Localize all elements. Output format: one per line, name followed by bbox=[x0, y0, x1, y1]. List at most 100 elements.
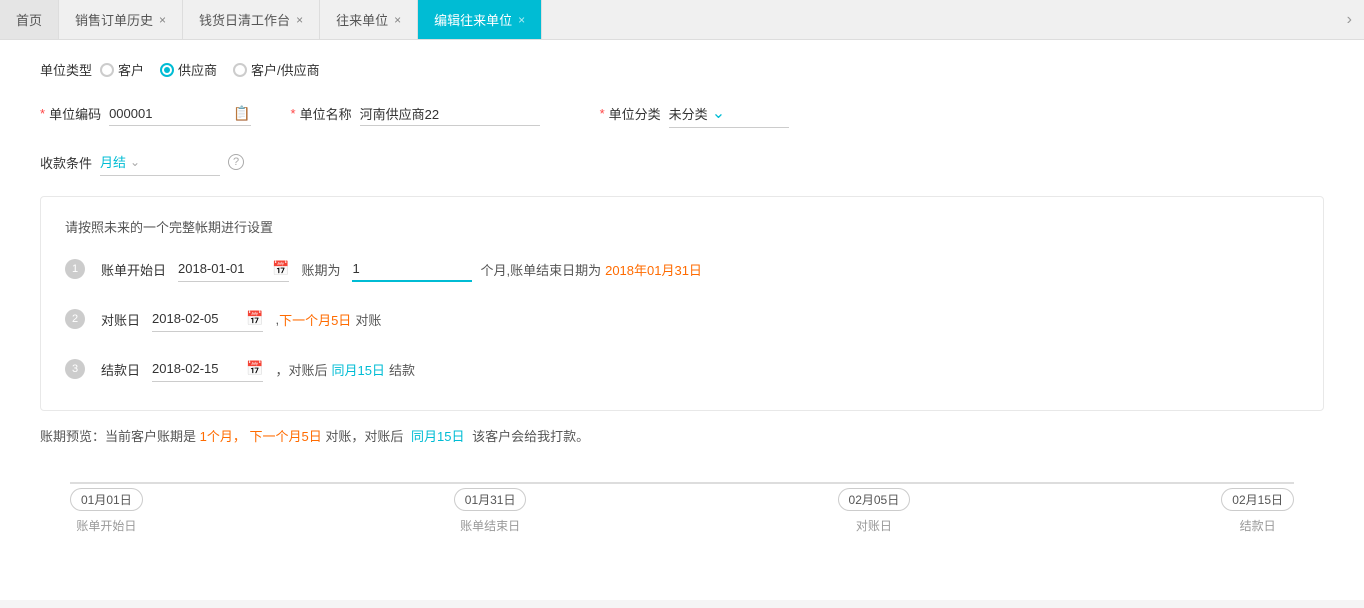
row-account-start: 1 账单开始日 📅 账期为 个月,账单结束日期为 2018年01月31日 bbox=[65, 256, 1299, 282]
unit-category-value: 未分类 bbox=[669, 104, 708, 123]
preview-text: 账期预览：当前客户账期是 1个月， 下一个月5日 对账，对账后 同月15日 该客… bbox=[40, 427, 1324, 448]
radio-both[interactable]: 客户/供应商 bbox=[233, 60, 320, 79]
payment-terms-row: 收款条件 月结 ⌄ ? bbox=[40, 148, 1324, 176]
reconcile-date-input-wrapper: 📅 bbox=[152, 306, 263, 332]
field-label-payment: 结款日 bbox=[101, 360, 140, 379]
reconcile-next-month-highlight: 下一个月5日 bbox=[279, 310, 351, 329]
radio-both-label: 客户/供应商 bbox=[251, 60, 320, 79]
preview-payment: 同月15日 bbox=[411, 429, 464, 444]
end-date-highlight: 2018年01月31日 bbox=[605, 260, 702, 279]
unit-code-required: * bbox=[40, 106, 45, 121]
timeline-node-1: 01月31日 账单结束日 bbox=[454, 488, 527, 534]
payment-terms-dropdown[interactable]: 月结 ⌄ bbox=[100, 148, 220, 176]
radio-customer[interactable]: 客户 bbox=[100, 60, 144, 79]
tab-home[interactable]: 首页 bbox=[0, 0, 59, 39]
radio-supplier-label: 供应商 bbox=[178, 60, 217, 79]
timeline-nodes: 01月01日 账单开始日 01月31日 账单结束日 02月05日 对账日 02月… bbox=[70, 488, 1294, 534]
timeline-line bbox=[70, 482, 1294, 484]
row-number-3: 3 bbox=[65, 359, 85, 379]
field-label-start: 账单开始日 bbox=[101, 260, 166, 279]
tab-sales-history[interactable]: 销售订单历史 × bbox=[59, 0, 183, 39]
tab-bar: 首页 销售订单历史 × 钱货日清工作台 × 往来单位 × 编辑往来单位 × › bbox=[0, 0, 1364, 40]
radio-supplier[interactable]: 供应商 bbox=[160, 60, 217, 79]
reconcile-suffix: 对账 bbox=[355, 310, 381, 329]
calendar-icon-code[interactable]: 📋 bbox=[233, 105, 250, 122]
period-prefix: 账期为 bbox=[301, 260, 340, 279]
tab-more-button[interactable]: › bbox=[1335, 11, 1364, 29]
node-badge-2: 02月05日 bbox=[838, 488, 911, 511]
unit-name-required: * bbox=[291, 106, 296, 121]
unit-info-row: * 单位编码 📋 * 单位名称 * 单位分类 未分类 ⌄ bbox=[40, 99, 1324, 128]
timeline: 01月01日 账单开始日 01月31日 账单结束日 02月05日 对账日 02月… bbox=[40, 468, 1324, 534]
calendar-icon-payment[interactable]: 📅 bbox=[246, 360, 263, 377]
start-date-input[interactable] bbox=[178, 261, 268, 276]
row-number-1: 1 bbox=[65, 259, 85, 279]
tab-cash-work-close[interactable]: × bbox=[296, 13, 303, 27]
tab-sales-history-label: 销售订单历史 bbox=[75, 10, 153, 29]
payment-date-input-wrapper: 📅 bbox=[152, 356, 263, 382]
calendar-icon-reconcile[interactable]: 📅 bbox=[246, 310, 263, 327]
help-icon[interactable]: ? bbox=[228, 154, 244, 170]
payment-suffix: 结款 bbox=[389, 360, 415, 379]
preview-prefix: 账期预览：当前客户账期是 bbox=[40, 429, 196, 444]
node-label-3: 结款日 bbox=[1240, 517, 1276, 534]
unit-code-input[interactable] bbox=[109, 102, 229, 125]
tab-partner[interactable]: 往来单位 × bbox=[320, 0, 418, 39]
payment-same-month-highlight: 同月15日 bbox=[331, 360, 384, 379]
unit-code-input-wrapper: 📋 bbox=[109, 102, 250, 126]
tab-home-label: 首页 bbox=[16, 10, 42, 29]
preview-suffix: 该客户会给我打款。 bbox=[472, 429, 589, 444]
unit-category-arrow-icon: ⌄ bbox=[712, 103, 725, 123]
tab-edit-partner-close[interactable]: × bbox=[518, 13, 525, 27]
preview-period: 1个月， bbox=[200, 429, 246, 444]
unit-code-label: 单位编码 bbox=[49, 104, 101, 123]
period-suffix-text: 个月,账单结束日期为 bbox=[480, 260, 601, 279]
main-content: 单位类型 客户 供应商 客户/供应商 * 单位编码 📋 * 单位名称 * bbox=[0, 40, 1364, 600]
radio-both-circle bbox=[233, 63, 247, 77]
payment-terms-value: 月结 bbox=[100, 152, 126, 171]
preview-middle: 对账，对账后 bbox=[325, 429, 403, 444]
tab-cash-work[interactable]: 钱货日清工作台 × bbox=[183, 0, 320, 39]
calendar-icon-start[interactable]: 📅 bbox=[272, 260, 289, 277]
radio-customer-circle bbox=[100, 63, 114, 77]
unit-category-required: * bbox=[600, 106, 605, 121]
field-label-reconcile: 对账日 bbox=[101, 310, 140, 329]
preview-reconcile: 下一个月5日 bbox=[250, 429, 322, 444]
period-settings-box: 请按照未来的一个完整帐期进行设置 1 账单开始日 📅 账期为 个月,账单结束日期… bbox=[40, 196, 1324, 411]
tab-edit-partner[interactable]: 编辑往来单位 × bbox=[418, 0, 542, 39]
unit-type-label: 单位类型 bbox=[40, 60, 92, 79]
tab-sales-history-close[interactable]: × bbox=[159, 13, 166, 27]
radio-customer-label: 客户 bbox=[118, 60, 144, 79]
node-badge-1: 01月31日 bbox=[454, 488, 527, 511]
payment-terms-arrow-icon: ⌄ bbox=[130, 155, 140, 169]
reconcile-date-input[interactable] bbox=[152, 311, 242, 326]
payment-date-input[interactable] bbox=[152, 361, 242, 376]
node-badge-0: 01月01日 bbox=[70, 488, 143, 511]
row-reconcile: 2 对账日 📅 , 下一个月5日 对账 bbox=[65, 306, 1299, 332]
timeline-node-2: 02月05日 对账日 bbox=[838, 488, 911, 534]
row-payment: 3 结款日 📅 ，对账后 同月15日 结款 bbox=[65, 356, 1299, 382]
radio-supplier-circle bbox=[160, 63, 174, 77]
unit-name-label: 单位名称 bbox=[300, 104, 352, 123]
unit-name-input[interactable] bbox=[360, 102, 540, 126]
section-instruction: 请按照未来的一个完整帐期进行设置 bbox=[65, 217, 1299, 236]
tab-partner-close[interactable]: × bbox=[394, 13, 401, 27]
unit-type-radio-group: 客户 供应商 客户/供应商 bbox=[100, 60, 320, 79]
tab-partner-label: 往来单位 bbox=[336, 10, 388, 29]
node-label-1: 账单结束日 bbox=[460, 517, 520, 534]
node-badge-3: 02月15日 bbox=[1221, 488, 1294, 511]
payment-terms-label: 收款条件 bbox=[40, 153, 92, 172]
tab-cash-work-label: 钱货日清工作台 bbox=[199, 10, 290, 29]
start-date-input-wrapper: 📅 bbox=[178, 256, 289, 282]
node-label-2: 对账日 bbox=[856, 517, 892, 534]
unit-type-row: 单位类型 客户 供应商 客户/供应商 bbox=[40, 60, 1324, 79]
node-label-0: 账单开始日 bbox=[76, 517, 136, 534]
row-number-2: 2 bbox=[65, 309, 85, 329]
unit-category-label: 单位分类 bbox=[609, 104, 661, 123]
payment-prefix: ，对账后 bbox=[275, 360, 327, 379]
timeline-node-0: 01月01日 账单开始日 bbox=[70, 488, 143, 534]
timeline-node-3: 02月15日 结款日 bbox=[1221, 488, 1294, 534]
unit-category-dropdown[interactable]: 未分类 ⌄ bbox=[669, 99, 789, 128]
tab-edit-partner-label: 编辑往来单位 bbox=[434, 10, 512, 29]
period-value-input[interactable] bbox=[352, 257, 472, 282]
